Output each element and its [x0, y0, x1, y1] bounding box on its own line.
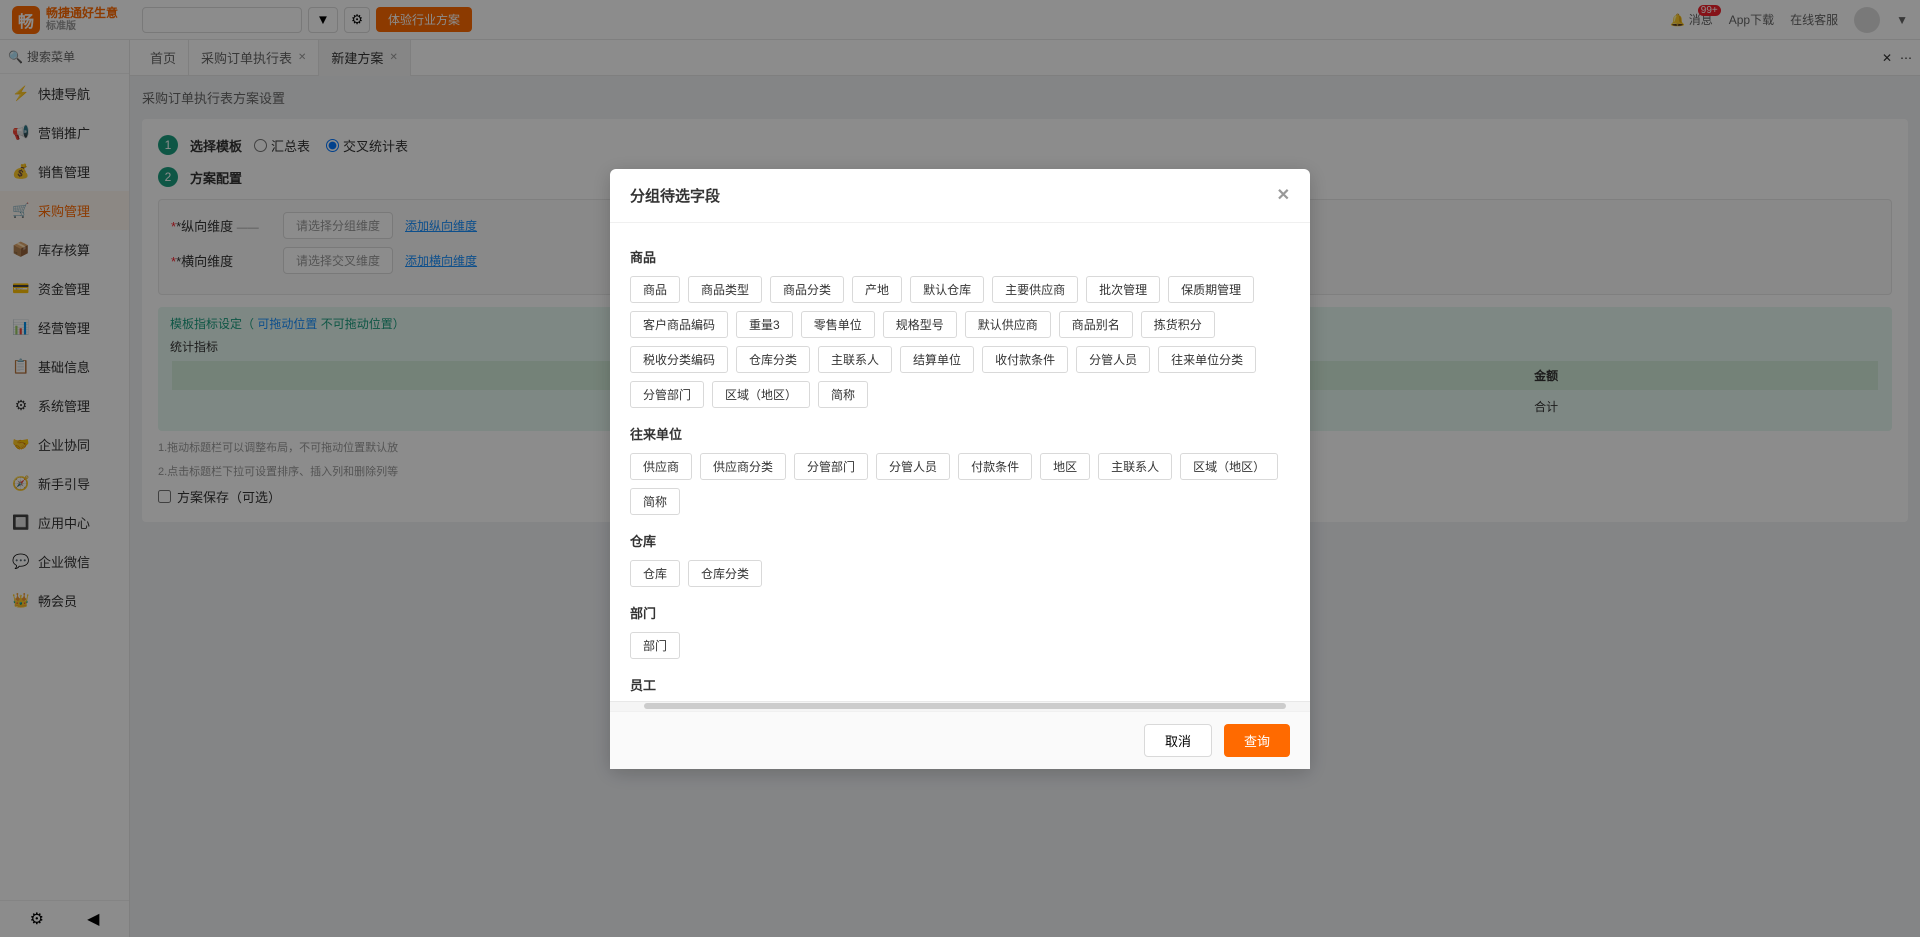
cancel-button[interactable]: 取消	[1144, 724, 1212, 757]
tag-product-0[interactable]: 商品	[630, 276, 680, 303]
section-tags-product: 商品 商品类型 商品分类 产地 默认仓库 主要供应商 批次管理 保质期管理 客户…	[630, 276, 1290, 408]
tag-product-4[interactable]: 默认仓库	[910, 276, 984, 303]
tag-product-2[interactable]: 商品分类	[770, 276, 844, 303]
modal-footer: 取消 查询	[610, 711, 1310, 769]
tag-product-5[interactable]: 主要供应商	[992, 276, 1078, 303]
field-select-modal: 分组待选字段 ✕ 商品 商品 商品类型 商品分类 产地 默认仓库 主要供应商 批…	[610, 169, 1310, 769]
tag-product-14[interactable]: 拣货积分	[1141, 311, 1215, 338]
tag-cp-3[interactable]: 分管人员	[876, 453, 950, 480]
tag-product-12[interactable]: 默认供应商	[965, 311, 1051, 338]
modal-title: 分组待选字段	[630, 185, 720, 206]
tag-cp-2[interactable]: 分管部门	[794, 453, 868, 480]
tag-product-9[interactable]: 重量3	[736, 311, 793, 338]
tag-product-20[interactable]: 分管人员	[1076, 346, 1150, 373]
tag-product-1[interactable]: 商品类型	[688, 276, 762, 303]
tag-product-3[interactable]: 产地	[852, 276, 902, 303]
section-tags-counterpart: 供应商 供应商分类 分管部门 分管人员 付款条件 地区 主联系人 区域（地区） …	[630, 453, 1290, 515]
tag-product-22[interactable]: 分管部门	[630, 381, 704, 408]
tag-product-8[interactable]: 客户商品编码	[630, 311, 728, 338]
tag-product-18[interactable]: 结算单位	[900, 346, 974, 373]
tag-product-7[interactable]: 保质期管理	[1168, 276, 1254, 303]
section-title-warehouse: 仓库	[630, 531, 1290, 550]
tag-product-11[interactable]: 规格型号	[883, 311, 957, 338]
tag-product-6[interactable]: 批次管理	[1086, 276, 1160, 303]
tag-cp-1[interactable]: 供应商分类	[700, 453, 786, 480]
tag-product-10[interactable]: 零售单位	[801, 311, 875, 338]
tag-dept-0[interactable]: 部门	[630, 632, 680, 659]
tag-cp-7[interactable]: 区域（地区）	[1180, 453, 1278, 480]
tag-cp-4[interactable]: 付款条件	[958, 453, 1032, 480]
section-tags-warehouse: 仓库 仓库分类	[630, 560, 1290, 587]
tag-wh-0[interactable]: 仓库	[630, 560, 680, 587]
section-title-product: 商品	[630, 247, 1290, 266]
section-title-counterpart: 往来单位	[630, 424, 1290, 443]
tag-cp-5[interactable]: 地区	[1040, 453, 1090, 480]
tag-wh-1[interactable]: 仓库分类	[688, 560, 762, 587]
tag-product-17[interactable]: 主联系人	[818, 346, 892, 373]
modal-hscroll[interactable]	[610, 701, 1310, 710]
tag-product-24[interactable]: 简称	[818, 381, 868, 408]
tag-cp-8[interactable]: 简称	[630, 488, 680, 515]
section-tags-department: 部门	[630, 632, 1290, 659]
tag-product-13[interactable]: 商品别名	[1059, 311, 1133, 338]
tag-cp-0[interactable]: 供应商	[630, 453, 692, 480]
section-title-employee: 员工	[630, 675, 1290, 694]
modal-close-btn[interactable]: ✕	[1277, 185, 1290, 205]
tag-product-21[interactable]: 往来单位分类	[1158, 346, 1256, 373]
tag-product-23[interactable]: 区域（地区）	[712, 381, 810, 408]
confirm-button[interactable]: 查询	[1224, 724, 1290, 757]
modal-header: 分组待选字段 ✕	[610, 169, 1310, 223]
tag-product-15[interactable]: 税收分类编码	[630, 346, 728, 373]
tag-cp-6[interactable]: 主联系人	[1098, 453, 1172, 480]
hscroll-bar	[644, 703, 1286, 709]
tag-product-19[interactable]: 收付款条件	[982, 346, 1068, 373]
tag-product-16[interactable]: 仓库分类	[736, 346, 810, 373]
section-title-department: 部门	[630, 603, 1290, 622]
modal-body: 商品 商品 商品类型 商品分类 产地 默认仓库 主要供应商 批次管理 保质期管理…	[610, 223, 1310, 702]
